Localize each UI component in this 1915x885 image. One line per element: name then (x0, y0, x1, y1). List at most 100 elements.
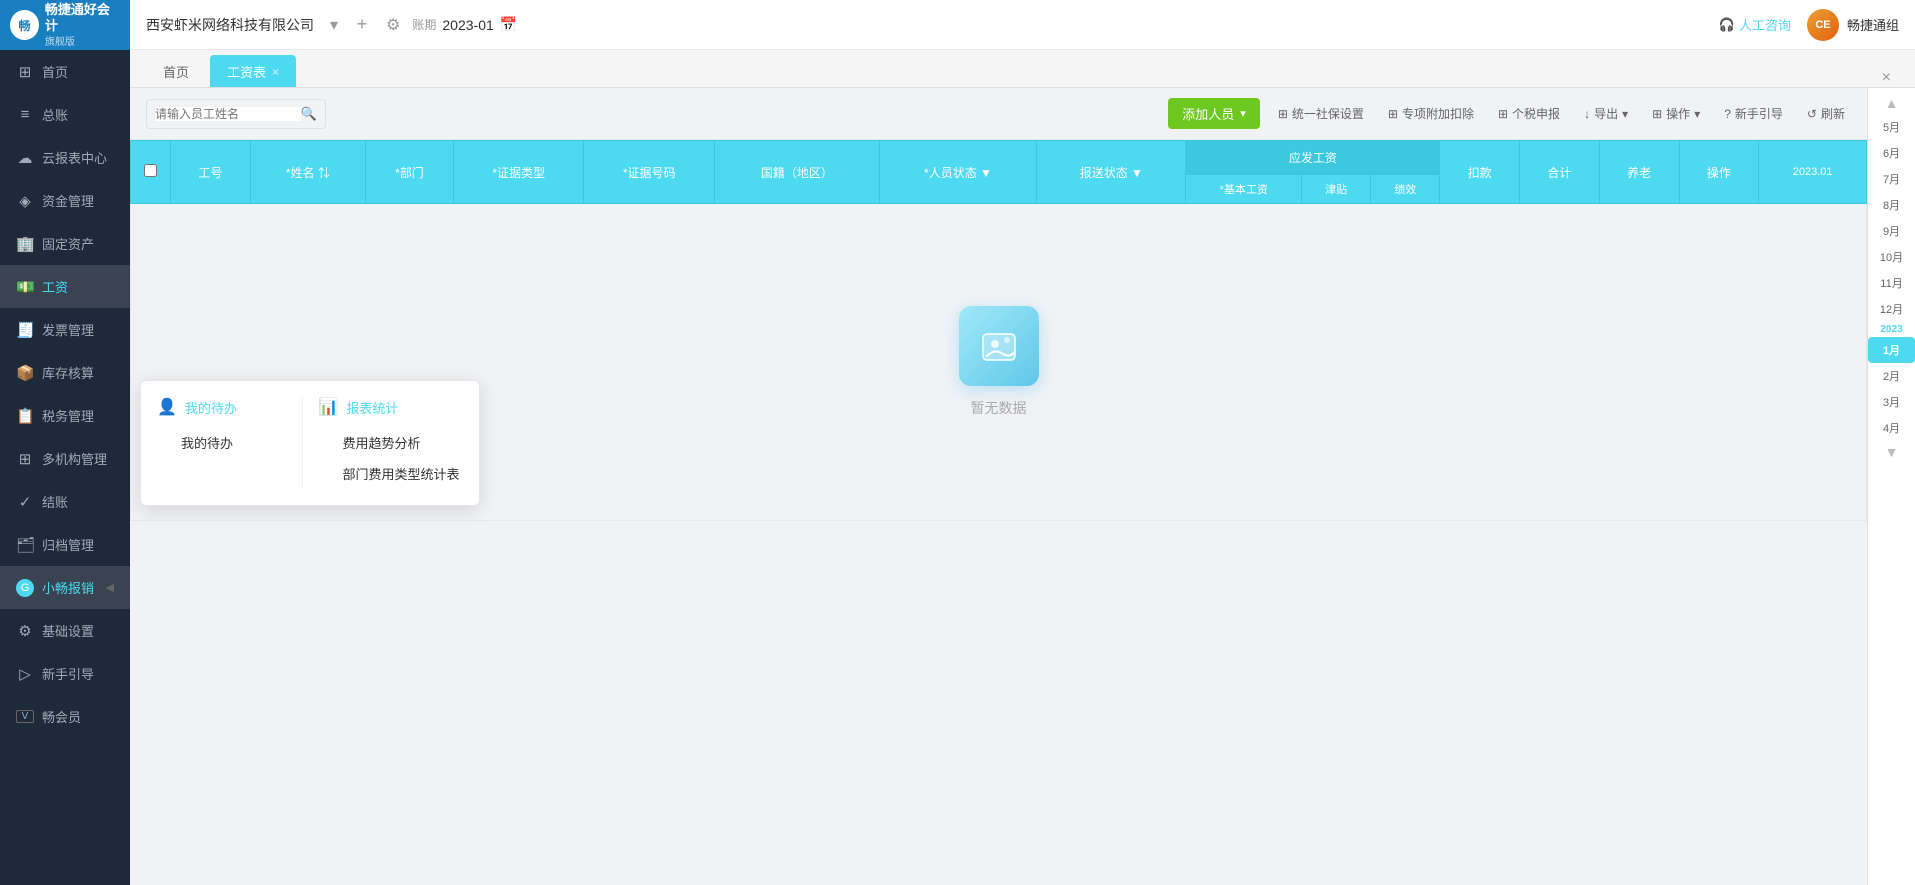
search-input[interactable] (155, 107, 301, 121)
month-item-8[interactable]: 8月 (1868, 192, 1915, 218)
sidebar-item-basic-label: 基础设置 (42, 621, 94, 640)
service-label: 人工咨询 (1739, 15, 1791, 34)
cloud-icon: ☁ (16, 149, 34, 167)
sidebar-item-fixed-assets[interactable]: 🏢 固定资产 (0, 222, 130, 265)
month-item-10[interactable]: 10月 (1868, 244, 1915, 270)
sidebar-item-fund-label: 资金管理 (42, 191, 94, 210)
popup-item-my-todo[interactable]: 我的待办 (157, 427, 302, 458)
main-content: 西安虾米网络科技有限公司 ▾ + ⚙ 账期 2023-01 📅 🎧 人工咨询 C… (130, 0, 1915, 885)
popup-section1-title-text: 我的待办 (185, 398, 237, 417)
tax-report-button[interactable]: ⊞ 个税申报 (1492, 101, 1566, 126)
sidebar-item-archive-label: 归档管理 (42, 535, 94, 554)
month-item-apr[interactable]: 4月 (1868, 415, 1915, 441)
checkout-icon: ✓ (16, 493, 34, 511)
th-report-status: 报送状态 ▼ (1037, 141, 1186, 204)
tabbar: 首页 工资表 × × (130, 50, 1915, 88)
sidebar-item-xiaochang[interactable]: G 小畅报销 ◀ (0, 566, 130, 609)
service-btn[interactable]: 🎧 人工咨询 (1719, 15, 1791, 34)
sidebar-item-inventory-label: 库存核算 (42, 363, 94, 382)
tab-close-window-button[interactable]: × (1874, 69, 1899, 87)
add-people-button[interactable]: 添加人员 ▾ (1168, 98, 1260, 129)
operation-label: 操作 (1666, 105, 1690, 122)
th-nationality: 国籍（地区） (714, 141, 879, 204)
period-label: 账期 (412, 16, 436, 33)
month-item-9[interactable]: 9月 (1868, 218, 1915, 244)
tab-close-icon[interactable]: × (272, 65, 279, 79)
month-item-12[interactable]: 12月 (1868, 296, 1915, 322)
sidebar-item-checkout-label: 结账 (42, 492, 68, 511)
operation-arrow-icon: ▾ (1694, 107, 1700, 121)
sidebar-item-multi-org[interactable]: ⊞ 多机构管理 (0, 437, 130, 480)
sidebar-item-cloud-label: 云报表中心 (42, 148, 107, 167)
sidebar-item-home[interactable]: ⊞ 首页 (0, 50, 130, 93)
refresh-button[interactable]: ↺ 刷新 (1801, 101, 1851, 126)
archive-icon: 🗂 (16, 536, 34, 554)
th-deduct: 扣款 (1440, 141, 1520, 204)
th-operations: 操作 (1679, 141, 1759, 204)
logo-title: 畅捷通好会计 (45, 2, 120, 33)
popup-item-my-todo-label: 我的待办 (181, 436, 233, 451)
sidebar-item-ledger[interactable]: ≡ 总账 (0, 93, 130, 136)
sidebar-item-fund[interactable]: ◈ 资金管理 (0, 179, 130, 222)
operation-button[interactable]: ⊞ 操作 ▾ (1646, 101, 1706, 126)
month-item-5[interactable]: 5月 (1868, 114, 1915, 140)
tab-home[interactable]: 首页 (146, 55, 206, 87)
th-id-type: *证据类型 (453, 141, 584, 204)
avatar-text: CE (1815, 19, 1830, 31)
empty-text: 暂无数据 (971, 398, 1027, 418)
avatar: CE (1807, 9, 1839, 41)
special-deduction-label: 专项附加扣除 (1402, 105, 1474, 122)
period-calendar-icon[interactable]: 📅 (500, 16, 517, 33)
sidebar-item-tax[interactable]: 📋 税务管理 (0, 394, 130, 437)
month-nav-down-button[interactable]: ▼ (1876, 441, 1908, 463)
sidebar-item-salary[interactable]: 💵 工资 (0, 265, 130, 308)
popup-item-dept-expense[interactable]: 部门费用类型统计表 (319, 458, 464, 489)
headset-icon: 🎧 (1719, 17, 1735, 33)
table-wrap: 工号 *姓名 ⇅ *部门 *证据类型 *证据号码 国籍（地区） *人员状态 ▼ … (130, 140, 1867, 885)
month-item-jan[interactable]: 1月 (1868, 337, 1915, 363)
company-dropdown-icon[interactable]: ▾ (330, 15, 338, 35)
export-arrow-icon: ▾ (1622, 107, 1628, 121)
topbar-settings-icon[interactable]: ⚙ (386, 15, 400, 35)
guide-button[interactable]: ? 新手引导 (1718, 101, 1789, 126)
sidebar-item-invoice[interactable]: 🧾 发票管理 (0, 308, 130, 351)
social-insurance-button[interactable]: ⊞ 统一社保设置 (1272, 101, 1370, 126)
todo-section-icon: 👤 (157, 397, 177, 417)
fixed-assets-icon: 🏢 (16, 235, 34, 253)
sidebar-item-member[interactable]: V 畅会员 (0, 695, 130, 738)
sidebar-item-cloud-report[interactable]: ☁ 云报表中心 (0, 136, 130, 179)
export-button[interactable]: ↓ 导出 ▾ (1578, 101, 1634, 126)
social-insurance-icon: ⊞ (1278, 107, 1288, 121)
tax-report-icon: ⊞ (1498, 107, 1508, 121)
popup-item-expense-trend[interactable]: 费用趋势分析 (319, 427, 464, 458)
special-deduction-button[interactable]: ⊞ 专项附加扣除 (1382, 101, 1480, 126)
tab-salary-table[interactable]: 工资表 × (210, 55, 296, 87)
popup-section2-title: 📊 报表统计 (319, 397, 464, 417)
month-item-mar[interactable]: 3月 (1868, 389, 1915, 415)
basic-icon: ⚙ (16, 622, 34, 640)
sidebar-item-basic[interactable]: ⚙ 基础设置 (0, 609, 130, 652)
topbar-add-button[interactable]: + (350, 13, 374, 37)
topbar: 西安虾米网络科技有限公司 ▾ + ⚙ 账期 2023-01 📅 🎧 人工咨询 C… (130, 0, 1915, 50)
report-section-icon: 📊 (319, 397, 339, 417)
sidebar-item-guide[interactable]: ▷ 新手引导 (0, 652, 130, 695)
month-item-7[interactable]: 7月 (1868, 166, 1915, 192)
tab-home-label: 首页 (163, 65, 189, 80)
sidebar-item-inventory[interactable]: 📦 库存核算 (0, 351, 130, 394)
month-item-feb[interactable]: 2月 (1868, 363, 1915, 389)
empty-icon (959, 306, 1039, 386)
sidebar-item-archive[interactable]: 🗂 归档管理 (0, 523, 130, 566)
th-emp-id: 工号 (171, 141, 251, 204)
month-sidebar: ▲ 5月 6月 7月 8月 9月 10月 11月 12月 2023 1月 2月 … (1867, 88, 1915, 885)
sidebar-item-guide-label: 新手引导 (42, 664, 94, 683)
month-item-11[interactable]: 11月 (1868, 270, 1915, 296)
th-bonus: 绩效 (1371, 175, 1440, 204)
topbar-user[interactable]: CE 畅捷通组 (1807, 9, 1899, 41)
select-all-checkbox[interactable] (144, 164, 157, 177)
logo-subtitle: 旗舰版 (45, 33, 120, 48)
xiaochang-icon: G (16, 579, 34, 597)
month-nav-up-button[interactable]: ▲ (1876, 92, 1908, 114)
sidebar-item-checkout[interactable]: ✓ 结账 (0, 480, 130, 523)
toolbar: 🔍 添加人员 ▾ ⊞ 统一社保设置 ⊞ 专项附加扣除 ⊞ 个税申报 (130, 88, 1867, 140)
month-item-6[interactable]: 6月 (1868, 140, 1915, 166)
